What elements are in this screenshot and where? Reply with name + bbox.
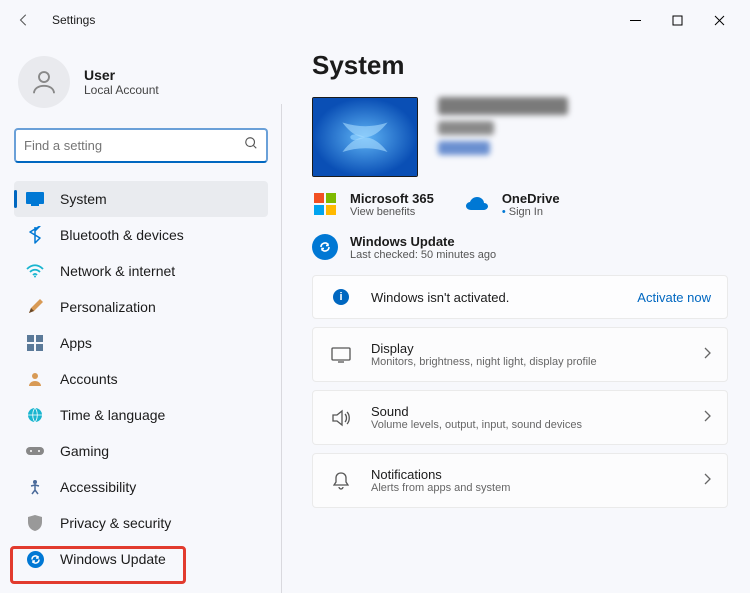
nav-label: Privacy & security [60, 515, 171, 531]
maximize-button[interactable] [656, 6, 698, 34]
title-bar: Settings [0, 0, 750, 40]
card-sub: Volume levels, output, input, sound devi… [371, 419, 582, 431]
wu-title: Windows Update [350, 234, 496, 249]
nav-label: Time & language [60, 407, 165, 423]
blurred-link [438, 141, 490, 155]
nav-item-bluetooth[interactable]: Bluetooth & devices [14, 217, 268, 253]
card-sub: Alerts from apps and system [371, 482, 510, 494]
services-row: Microsoft 365 View benefits OneDrive • S… [312, 191, 728, 218]
device-info[interactable] [438, 97, 568, 161]
blurred-text [438, 121, 494, 135]
windows-update-tile[interactable]: Windows Update Last checked: 50 minutes … [312, 234, 728, 261]
window-title: Settings [52, 13, 95, 27]
wifi-icon [26, 262, 44, 280]
display-icon [329, 347, 353, 363]
sound-icon [329, 409, 353, 427]
card-display[interactable]: Display Monitors, brightness, night ligh… [312, 327, 728, 382]
activation-card[interactable]: i Windows isn't activated. Activate now [312, 275, 728, 319]
update-icon [26, 550, 44, 568]
nav-item-privacy[interactable]: Privacy & security [14, 505, 268, 541]
desktop-thumbnail[interactable] [312, 97, 418, 177]
user-block[interactable]: User Local Account [14, 50, 268, 122]
device-row [312, 97, 728, 177]
m365-title: Microsoft 365 [350, 191, 434, 206]
nav-item-accounts[interactable]: Accounts [14, 361, 268, 397]
nav-item-apps[interactable]: Apps [14, 325, 268, 361]
back-button[interactable] [10, 6, 38, 34]
gaming-icon [26, 442, 44, 460]
minimize-button[interactable] [614, 6, 656, 34]
search-icon [244, 136, 258, 155]
chevron-right-icon [703, 409, 711, 427]
nav-item-system[interactable]: System [14, 181, 268, 217]
nav-label: Apps [60, 335, 92, 351]
activation-msg: Windows isn't activated. [371, 290, 509, 305]
nav-label: Bluetooth & devices [60, 227, 184, 243]
nav-item-time[interactable]: Time & language [14, 397, 268, 433]
nav-item-accessibility[interactable]: Accessibility [14, 469, 268, 505]
nav-item-gaming[interactable]: Gaming [14, 433, 268, 469]
accessibility-icon [26, 478, 44, 496]
onedrive-icon [464, 191, 490, 217]
nav-label: Personalization [60, 299, 156, 315]
activate-link[interactable]: Activate now [637, 290, 711, 305]
m365-icon [312, 191, 338, 217]
user-sub: Local Account [84, 83, 159, 97]
onedrive-tile[interactable]: OneDrive • Sign In [464, 191, 560, 218]
nav-label: Accounts [60, 371, 118, 387]
accounts-icon [26, 370, 44, 388]
card-sound[interactable]: Sound Volume levels, output, input, soun… [312, 390, 728, 445]
card-title: Display [371, 341, 597, 356]
search-input[interactable] [24, 138, 244, 153]
nav-item-windows-update[interactable]: Windows Update [14, 541, 268, 577]
onedrive-sub: • Sign In [502, 206, 560, 218]
card-title: Notifications [371, 467, 510, 482]
main-panel: System Microsoft 365 View benefits [282, 40, 750, 593]
brush-icon [26, 298, 44, 316]
close-button[interactable] [698, 6, 740, 34]
nav-item-personalization[interactable]: Personalization [14, 289, 268, 325]
update-icon [312, 234, 338, 260]
shield-icon [26, 514, 44, 532]
avatar-icon [18, 56, 70, 108]
search-box[interactable] [14, 128, 268, 163]
card-title: Sound [371, 404, 582, 419]
chevron-right-icon [703, 346, 711, 364]
sidebar-divider [281, 104, 282, 593]
wu-sub: Last checked: 50 minutes ago [350, 249, 496, 261]
page-heading: System [312, 50, 728, 81]
onedrive-title: OneDrive [502, 191, 560, 206]
nav-label: System [60, 191, 107, 207]
nav-item-network[interactable]: Network & internet [14, 253, 268, 289]
bell-icon [329, 472, 353, 490]
bluetooth-icon [26, 226, 44, 244]
card-notifications[interactable]: Notifications Alerts from apps and syste… [312, 453, 728, 508]
sidebar: User Local Account System Bluetooth & de… [0, 40, 282, 593]
nav-label: Windows Update [60, 551, 166, 567]
nav-label: Accessibility [60, 479, 136, 495]
card-sub: Monitors, brightness, night light, displ… [371, 356, 597, 368]
apps-icon [26, 334, 44, 352]
blurred-text [438, 97, 568, 115]
nav-label: Gaming [60, 443, 109, 459]
nav-list: System Bluetooth & devices Network & int… [14, 181, 268, 577]
globe-icon [26, 406, 44, 424]
m365-sub: View benefits [350, 206, 434, 218]
chevron-right-icon [703, 472, 711, 490]
info-icon: i [329, 289, 353, 305]
user-name: User [84, 67, 159, 83]
system-icon [26, 190, 44, 208]
m365-tile[interactable]: Microsoft 365 View benefits [312, 191, 434, 218]
nav-label: Network & internet [60, 263, 175, 279]
